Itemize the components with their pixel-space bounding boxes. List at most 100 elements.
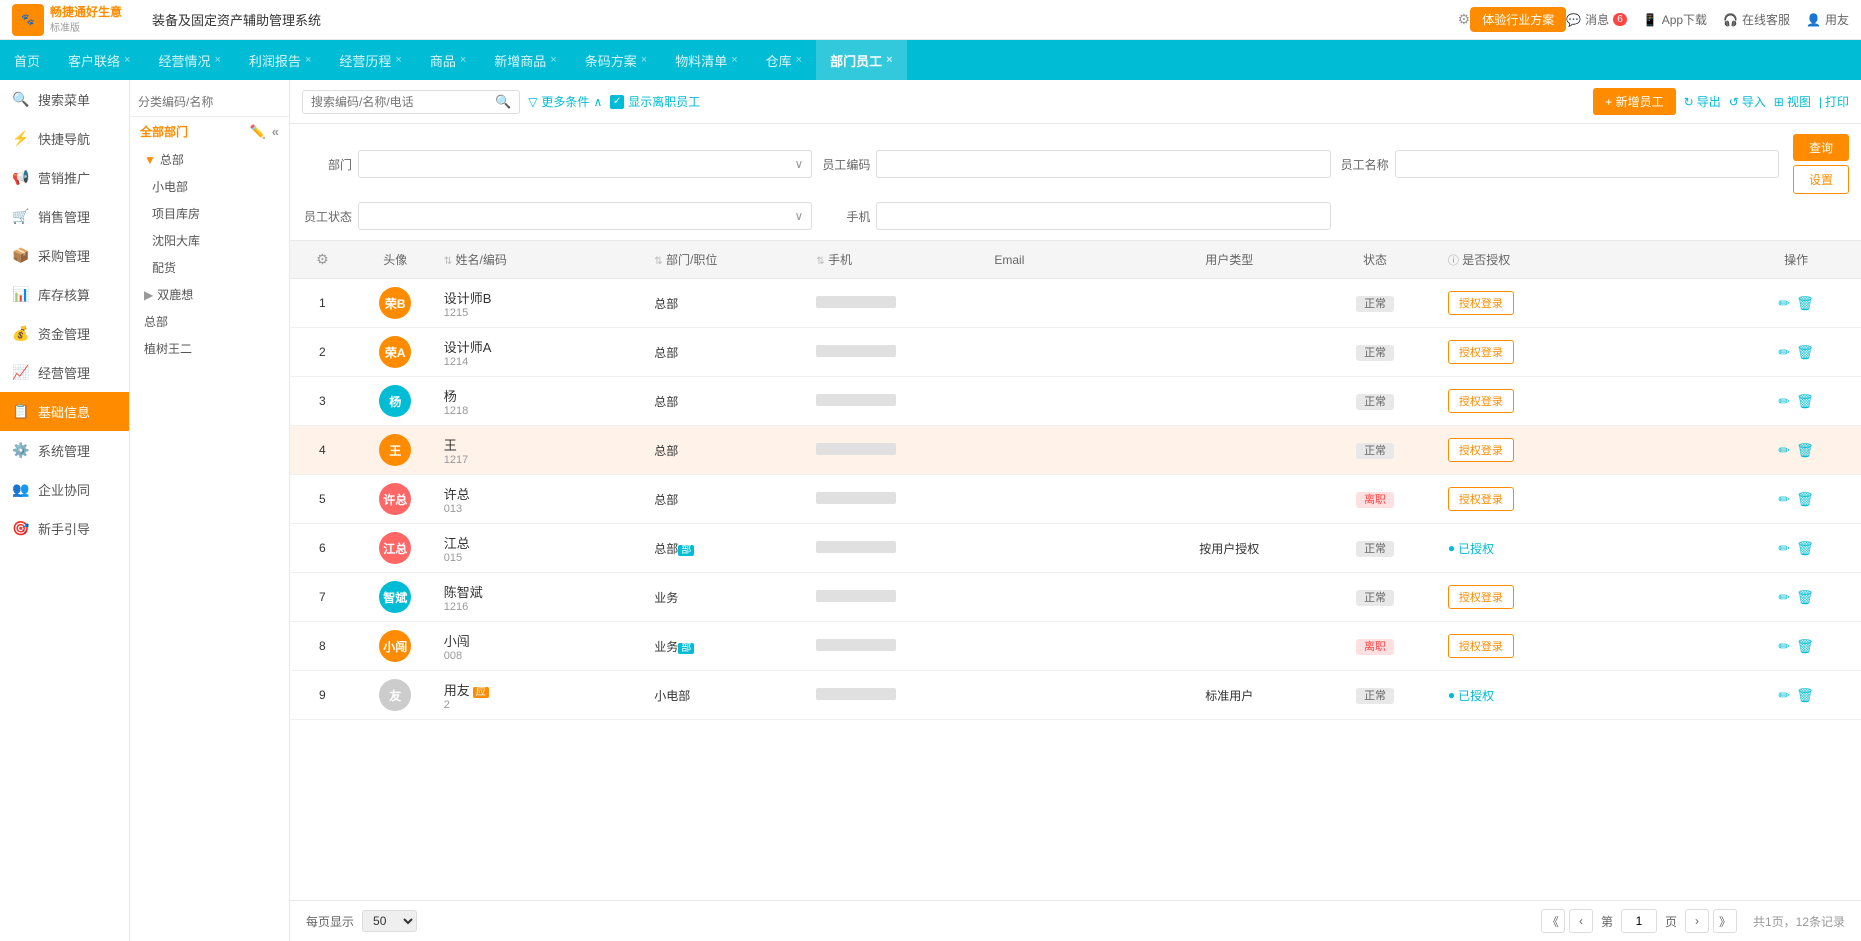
sidebar-item-purchase[interactable]: 📦 采购管理 [0, 236, 129, 275]
dept-item-xiaodibu[interactable]: 小电部 [130, 173, 289, 200]
phone-input[interactable] [876, 202, 1330, 230]
close-icon[interactable]: × [124, 54, 130, 66]
tab-history[interactable]: 经营历程 × [325, 40, 415, 80]
print-button[interactable]: | 打印 [1819, 93, 1849, 110]
last-page-button[interactable]: 》 [1713, 909, 1737, 933]
tab-new-product[interactable]: 新增商品 × [480, 40, 570, 80]
dept-item-headquarters[interactable]: ▼ 总部 [130, 146, 289, 173]
auth-button[interactable]: 授权登录 [1448, 634, 1514, 658]
more-conditions-btn[interactable]: ▽ 更多条件 ∧ [528, 93, 602, 110]
sidebar-item-system[interactable]: ⚙️ 系统管理 [0, 431, 129, 470]
tab-department[interactable]: 部门员工 × [816, 40, 906, 80]
delete-button[interactable]: 🗑 [1796, 687, 1814, 704]
prev-page-button[interactable]: ‹ [1569, 909, 1593, 933]
close-icon[interactable]: × [395, 54, 401, 66]
first-page-button[interactable]: 《 [1541, 909, 1565, 933]
page-number-input[interactable] [1621, 909, 1657, 933]
edit-button[interactable]: ✏ [1778, 295, 1790, 312]
tab-barcode[interactable]: 条码方案 × [571, 40, 661, 80]
show-resigned-toggle[interactable]: ✓ 显示离职员工 [610, 93, 700, 110]
close-icon[interactable]: × [214, 54, 220, 66]
app-download-btn[interactable]: 📱 App下载 [1643, 11, 1707, 28]
edit-button[interactable]: ✏ [1778, 442, 1790, 459]
edit-button[interactable]: ✏ [1778, 638, 1790, 655]
tab-operation[interactable]: 经营情况 × [144, 40, 234, 80]
sidebar-item-finance[interactable]: 💰 资金管理 [0, 314, 129, 353]
online-service-btn[interactable]: 🎧 在线客服 [1723, 11, 1790, 28]
delete-button[interactable]: 🗑 [1796, 638, 1814, 655]
dept-search-input[interactable] [138, 95, 290, 109]
edit-dept-icon[interactable]: ✏️ [250, 124, 266, 140]
sidebar-item-sales[interactable]: 🛒 销售管理 [0, 197, 129, 236]
tab-customer[interactable]: 客户联络 × [54, 40, 144, 80]
dept-item-zhishu[interactable]: 植树王二 [130, 335, 289, 362]
gear-icon[interactable]: ⚙ [1458, 11, 1471, 28]
dept-item-project[interactable]: 项目库房 [130, 200, 289, 227]
close-icon[interactable]: × [796, 54, 802, 66]
resigned-checkbox[interactable]: ✓ [610, 95, 624, 109]
delete-button[interactable]: 🗑 [1796, 344, 1814, 361]
query-button[interactable]: 查询 [1793, 134, 1849, 161]
emp-code-input[interactable] [876, 150, 1330, 178]
close-icon[interactable]: × [550, 54, 556, 66]
col-header-dept[interactable]: ⇅ 部门/职位 [646, 241, 808, 279]
delete-button[interactable]: 🗑 [1796, 442, 1814, 459]
sidebar-item-nav[interactable]: ⚡ 快捷导航 [0, 119, 129, 158]
sidebar-item-inventory[interactable]: 📊 库存核算 [0, 275, 129, 314]
dept-item-zongbu[interactable]: 总部 [130, 308, 289, 335]
close-icon[interactable]: × [305, 54, 311, 66]
delete-button[interactable]: 🗑 [1796, 491, 1814, 508]
search-submit-icon[interactable]: 🔍 [495, 94, 511, 110]
tab-bom[interactable]: 物料清单 × [661, 40, 751, 80]
next-page-button[interactable]: › [1685, 909, 1709, 933]
auth-button[interactable]: 授权登录 [1448, 389, 1514, 413]
col-header-name[interactable]: ⇅ 姓名/编码 [436, 241, 647, 279]
edit-button[interactable]: ✏ [1778, 589, 1790, 606]
dept-item-peihuo[interactable]: 配货 [130, 254, 289, 281]
edit-button[interactable]: ✏ [1778, 344, 1790, 361]
dept-item-shuanglu[interactable]: ▶ 双鹿想 [130, 281, 289, 308]
edit-button[interactable]: ✏ [1778, 540, 1790, 557]
auth-button[interactable]: 授权登录 [1448, 585, 1514, 609]
close-icon[interactable]: × [886, 54, 892, 66]
tab-profit[interactable]: 利润报告 × [235, 40, 325, 80]
close-icon[interactable]: × [460, 54, 466, 66]
sidebar-item-guide[interactable]: 🎯 新手引导 [0, 509, 129, 548]
auth-button[interactable]: 授权登录 [1448, 438, 1514, 462]
auth-button[interactable]: 授权登录 [1448, 291, 1514, 315]
export-button[interactable]: ↻ 导出 [1684, 93, 1721, 110]
delete-button[interactable]: 🗑 [1796, 295, 1814, 312]
dept-select[interactable]: ∨ [358, 150, 812, 178]
trial-button[interactable]: 体验行业方案 [1470, 7, 1566, 32]
sidebar-item-basic[interactable]: 📋 基础信息 [0, 392, 129, 431]
search-input[interactable] [311, 95, 491, 109]
delete-button[interactable]: 🗑 [1796, 589, 1814, 606]
edit-button[interactable]: ✏ [1778, 687, 1790, 704]
col-header-phone[interactable]: ⇅ 手机 [808, 241, 986, 279]
page-size-select[interactable]: 50 20 100 [362, 910, 417, 932]
tab-warehouse[interactable]: 仓库 × [752, 40, 816, 80]
close-icon[interactable]: × [641, 54, 647, 66]
sidebar-item-search[interactable]: 🔍 搜索菜单 [0, 80, 129, 119]
add-employee-button[interactable]: + 新增员工 [1593, 88, 1675, 115]
sidebar-item-collab[interactable]: 👥 企业协同 [0, 470, 129, 509]
auth-button[interactable]: 授权登录 [1448, 340, 1514, 364]
import-button[interactable]: ↺ 导入 [1729, 93, 1766, 110]
status-select[interactable]: ∨ [358, 202, 812, 230]
sidebar-item-management[interactable]: 📈 经营管理 [0, 353, 129, 392]
user-btn[interactable]: 👤 用友 [1806, 11, 1849, 28]
delete-button[interactable]: 🗑 [1796, 393, 1814, 410]
table-settings-icon[interactable]: ⚙ [316, 251, 329, 267]
edit-button[interactable]: ✏ [1778, 393, 1790, 410]
collapse-icon[interactable]: « [272, 124, 279, 140]
close-icon[interactable]: × [731, 54, 737, 66]
settings-button[interactable]: 设置 [1793, 165, 1849, 194]
sidebar-item-marketing[interactable]: 📢 营销推广 [0, 158, 129, 197]
tab-home[interactable]: 首页 [0, 40, 54, 80]
auth-button[interactable]: 授权登录 [1448, 487, 1514, 511]
tab-product[interactable]: 商品 × [416, 40, 480, 80]
dept-item-shenyang[interactable]: 沈阳大库 [130, 227, 289, 254]
edit-button[interactable]: ✏ [1778, 491, 1790, 508]
delete-button[interactable]: 🗑 [1796, 540, 1814, 557]
view-button[interactable]: ⊞ 视图 [1774, 93, 1811, 110]
